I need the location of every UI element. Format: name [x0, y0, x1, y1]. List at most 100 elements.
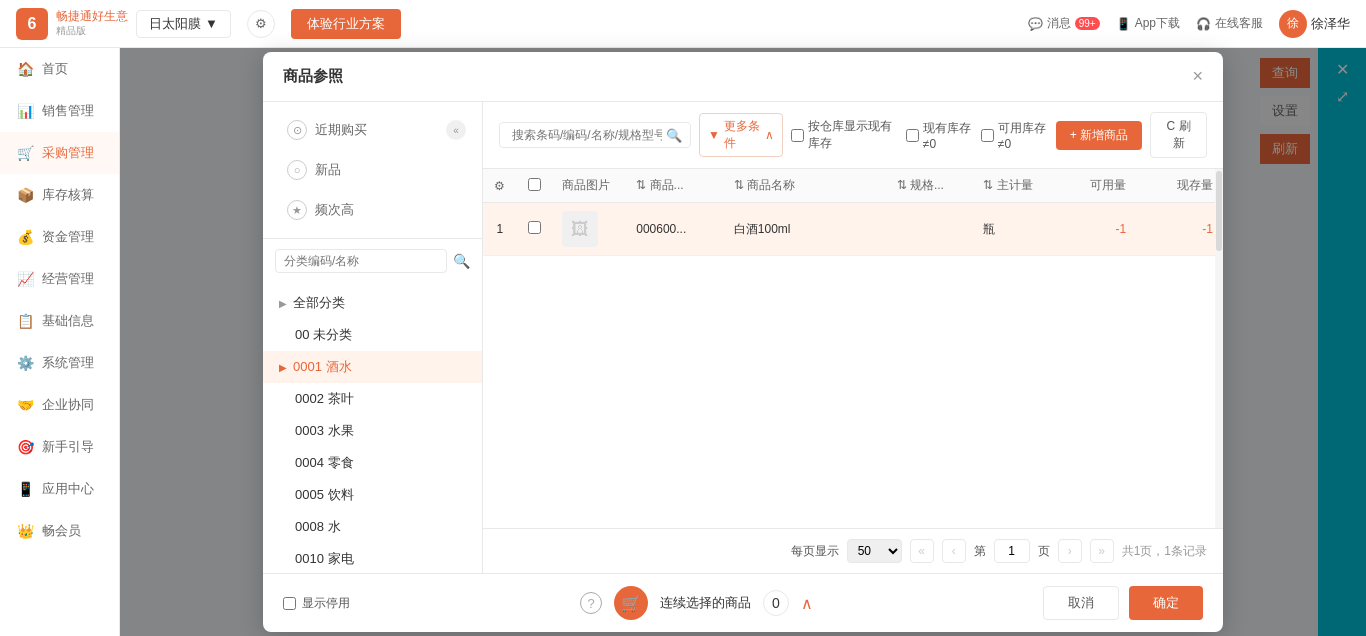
- next-page-button[interactable]: ›: [1058, 539, 1082, 563]
- row-unit: 瓶: [973, 203, 1049, 256]
- cat-item-all[interactable]: ▶ 全部分类: [263, 287, 482, 319]
- cart-icon: 🛒: [621, 594, 641, 613]
- logo-sub: 精品版: [56, 24, 128, 38]
- left-tabs: ⊙ 近期购买 « ○ 新品 ★ 频次高: [263, 102, 482, 239]
- sidebar-item-member[interactable]: 👑 畅会员: [0, 510, 119, 552]
- first-page-button[interactable]: «: [910, 539, 934, 563]
- col-header-code: ⇅ 商品...: [626, 169, 724, 203]
- tab-new[interactable]: ○ 新品: [279, 154, 466, 186]
- search-input-wrap: 🔍: [499, 122, 691, 148]
- more-filter-button[interactable]: ▼ 更多条件 ∧: [699, 113, 783, 157]
- select-all-checkbox[interactable]: [528, 178, 541, 191]
- sort-name-icon[interactable]: ⇅: [734, 178, 744, 192]
- collapse-button[interactable]: «: [446, 120, 466, 140]
- notification-badge: 99+: [1075, 17, 1100, 30]
- product-table: ⚙ 商品图片 ⇅ 商品...: [483, 169, 1223, 528]
- cat-label-0010: 0010 家电: [279, 550, 354, 568]
- sidebar-item-basic[interactable]: 📋 基础信息: [0, 300, 119, 342]
- enterprise-icon: 🤝: [16, 396, 34, 414]
- cat-item-00[interactable]: 00 未分类: [263, 319, 482, 351]
- category-search-input[interactable]: [275, 249, 447, 273]
- sidebar-item-home[interactable]: 🏠 首页: [0, 48, 119, 90]
- sidebar-label-inventory: 库存核算: [42, 186, 94, 204]
- sidebar-item-system[interactable]: ⚙️ 系统管理: [0, 342, 119, 384]
- prev-page-button[interactable]: ‹: [942, 539, 966, 563]
- left-panel: ⊙ 近期购买 « ○ 新品 ★ 频次高: [263, 102, 483, 573]
- modal-header: 商品参照 ×: [263, 52, 1223, 102]
- new-icon: ○: [287, 160, 307, 180]
- sidebar-item-guide[interactable]: 🎯 新手引导: [0, 426, 119, 468]
- checkbox-stock-input[interactable]: [906, 129, 919, 142]
- main-layout: 🏠 首页 📊 销售管理 🛒 采购管理 📦 库存核算 💰 资金管理 📈 经营管理 …: [0, 48, 1366, 636]
- user-info[interactable]: 徐 徐泽华: [1279, 10, 1350, 38]
- col-header-spec: ⇅ 规格...: [887, 169, 974, 203]
- settings-button[interactable]: ⚙: [247, 10, 275, 38]
- cat-item-0008[interactable]: 0008 水: [263, 511, 482, 543]
- refresh-button[interactable]: C 刷新: [1150, 112, 1207, 158]
- cat-label-all: 全部分类: [293, 294, 345, 312]
- product-search-input[interactable]: [508, 123, 666, 147]
- table-row[interactable]: 1 🖼 000600... 白酒100ml: [483, 203, 1223, 256]
- checkbox-stock-ne0[interactable]: 现有库存≠0: [906, 120, 973, 151]
- sidebar-item-enterprise[interactable]: 🤝 企业协同: [0, 384, 119, 426]
- tab-frequent-label: 频次高: [315, 201, 354, 219]
- sidebar-label-guide: 新手引导: [42, 438, 94, 456]
- sidebar-item-sales[interactable]: 📊 销售管理: [0, 90, 119, 132]
- notification-item[interactable]: 💬 消息 99+: [1028, 15, 1100, 32]
- sidebar-item-purchase[interactable]: 🛒 采购管理: [0, 132, 119, 174]
- cat-item-0001[interactable]: ▶ 0001 酒水: [263, 351, 482, 383]
- help-icon[interactable]: ?: [580, 592, 602, 614]
- show-disabled-label[interactable]: 显示停用: [283, 595, 350, 612]
- modal-close-button[interactable]: ×: [1192, 66, 1203, 87]
- cat-item-0002[interactable]: 0002 茶叶: [263, 383, 482, 415]
- trial-button[interactable]: 体验行业方案: [291, 9, 401, 39]
- header-mid: ⚙ 体验行业方案: [231, 9, 1028, 39]
- product-search-icon[interactable]: 🔍: [666, 128, 682, 143]
- logo-area: 6 畅捷通好生意 精品版: [16, 8, 136, 40]
- settings-icon[interactable]: ⚙: [494, 179, 505, 193]
- sidebar-item-inventory[interactable]: 📦 库存核算: [0, 174, 119, 216]
- cancel-button[interactable]: 取消: [1043, 586, 1119, 620]
- tab-recent[interactable]: ⊙ 近期购买: [279, 114, 375, 146]
- confirm-button[interactable]: 确定: [1129, 586, 1203, 620]
- cat-label-0001: 0001 酒水: [293, 358, 352, 376]
- tab-frequent[interactable]: ★ 频次高: [279, 194, 466, 226]
- category-search-icon[interactable]: 🔍: [453, 253, 470, 269]
- row-checkbox[interactable]: [528, 221, 541, 234]
- cat-item-0003[interactable]: 0003 水果: [263, 415, 482, 447]
- sort-code-icon[interactable]: ⇅: [636, 178, 646, 192]
- username: 徐泽华: [1311, 15, 1350, 33]
- table-toolbar: 🔍 ▼ 更多条件 ∧ 按仓库显示现有库存: [483, 102, 1223, 169]
- app-download-item[interactable]: 📱 App下载: [1116, 15, 1180, 32]
- sidebar-label-home: 首页: [42, 60, 68, 78]
- checkbox-avail-input[interactable]: [981, 129, 994, 142]
- show-disabled-text: 显示停用: [302, 595, 350, 612]
- cart-icon-button[interactable]: 🛒: [614, 586, 648, 620]
- home-icon: 🏠: [16, 60, 34, 78]
- checkbox-avail-ne0[interactable]: 可用库存≠0: [981, 120, 1048, 151]
- online-service-item[interactable]: 🎧 在线客服: [1196, 15, 1263, 32]
- checkbox-warehouse[interactable]: 按仓库显示现有库存: [791, 118, 898, 152]
- add-product-button[interactable]: + 新增商品: [1056, 121, 1142, 150]
- sidebar-item-apps[interactable]: 📱 应用中心: [0, 468, 119, 510]
- cat-item-0004[interactable]: 0004 零食: [263, 447, 482, 479]
- show-disabled-checkbox[interactable]: [283, 597, 296, 610]
- sidebar-item-operation[interactable]: 📈 经营管理: [0, 258, 119, 300]
- tab-new-label: 新品: [315, 161, 341, 179]
- online-service-label: 在线客服: [1215, 15, 1263, 32]
- checkbox-warehouse-input[interactable]: [791, 129, 804, 142]
- last-page-button[interactable]: »: [1090, 539, 1114, 563]
- page-input[interactable]: [994, 539, 1030, 563]
- app-download-label: App下载: [1135, 15, 1180, 32]
- sort-spec-icon[interactable]: ⇅: [897, 178, 907, 192]
- sort-unit-icon[interactable]: ⇅: [983, 178, 993, 192]
- product-reference-modal: 商品参照 × ⊙ 近期购买 «: [263, 52, 1223, 632]
- cat-item-0010[interactable]: 0010 家电: [263, 543, 482, 573]
- store-selector[interactable]: 日太阳膜 ▼: [136, 10, 231, 38]
- collapse-up-button[interactable]: ∧: [801, 594, 813, 613]
- logo-icon: 6: [16, 8, 48, 40]
- sidebar-item-finance[interactable]: 💰 资金管理: [0, 216, 119, 258]
- cat-item-0005[interactable]: 0005 饮料: [263, 479, 482, 511]
- col-header-unit: ⇅ 主计量: [973, 169, 1049, 203]
- page-size-select[interactable]: 50 10 20 100: [847, 539, 902, 563]
